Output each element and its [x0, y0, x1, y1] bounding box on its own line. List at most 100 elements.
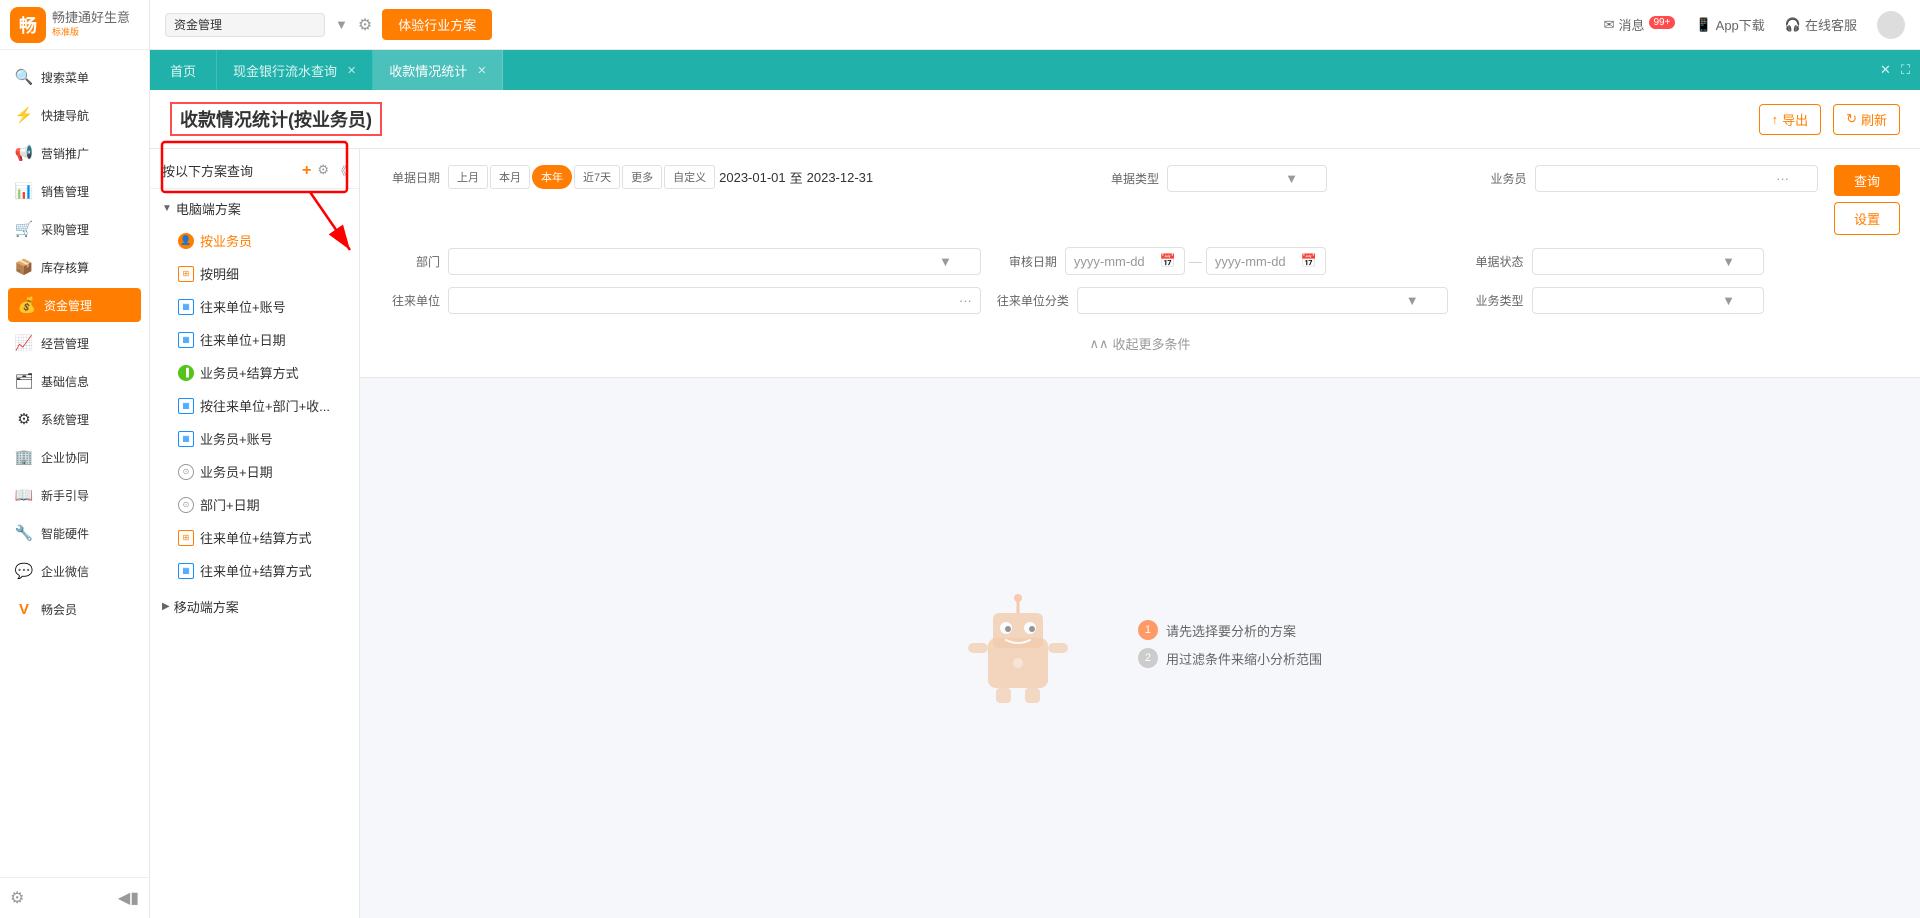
sidebar-item-quick-nav[interactable]: ⚡ 快捷导航: [0, 96, 149, 134]
tabs-bar: 首页 现金银行流水查询 ✕ 收款情况统计 ✕ ✕ ⛶: [150, 50, 1920, 90]
date-btn-custom[interactable]: 自定义: [664, 165, 715, 189]
sidebar-item-finance[interactable]: 💰 资金管理: [8, 288, 141, 322]
page-header: 收款情况统计(按业务员) ↑ 导出 ↻ 刷新: [150, 90, 1920, 149]
doc-type-select[interactable]: ▼: [1167, 165, 1327, 192]
tab-receipt-stats[interactable]: 收款情况统计 ✕: [373, 50, 503, 90]
review-date-from[interactable]: yyyy-mm-dd 📅: [1065, 247, 1185, 275]
salesperson-more-icon: ···: [1776, 171, 1789, 186]
scheme-item-salesperson-account[interactable]: ▦ 业务员+账号: [150, 422, 359, 455]
empty-steps: 1 请先选择要分析的方案 2 用过滤条件来缩小分析范围: [1138, 620, 1322, 676]
sidebar-item-inventory[interactable]: 📦 库存核算: [0, 248, 149, 286]
sidebar-item-guide[interactable]: 📖 新手引导: [0, 476, 149, 514]
scheme-item-partner-account[interactable]: ▦ 往来单位+账号: [150, 290, 359, 323]
scheme-item-partner-settle2[interactable]: ▦ 往来单位+结算方式: [150, 554, 359, 587]
date-range: 2023-01-01 至 2023-12-31: [719, 168, 873, 187]
collapse-filter-btn[interactable]: ∧∧ 收起更多条件: [1081, 326, 1198, 361]
topbar-app-download[interactable]: 📱 App下载: [1695, 15, 1764, 34]
sidebar-item-member[interactable]: V 畅会员: [0, 590, 149, 628]
topbar-chevron-icon[interactable]: ▼: [335, 17, 348, 32]
partner-label: 往来单位: [380, 292, 440, 309]
scheme-item-partner-settle1[interactable]: ⊞ 往来单位+结算方式: [150, 521, 359, 554]
date-btn-more[interactable]: 更多: [622, 165, 662, 189]
date-btn-last-month[interactable]: 上月: [448, 165, 488, 189]
refresh-btn[interactable]: ↻ 刷新: [1833, 104, 1900, 135]
filter-area: 单据日期 上月 本月 本年 近7天 更多 自定义 2023-: [360, 149, 1920, 378]
partner-category-select[interactable]: ▼: [1077, 287, 1448, 314]
review-date-to[interactable]: yyyy-mm-dd 📅: [1206, 247, 1326, 275]
user-avatar[interactable]: [1877, 11, 1905, 39]
quick-nav-icon: ⚡: [15, 106, 33, 124]
left-panel-header: 按以下方案查询 + ⚙ 《: [150, 149, 359, 189]
desktop-group-header[interactable]: ▼ 电脑端方案: [150, 193, 359, 224]
trial-btn[interactable]: 体验行业方案: [382, 9, 492, 40]
step-num-2: 2: [1138, 648, 1158, 668]
tab-home[interactable]: 首页: [150, 50, 217, 90]
sidebar-item-wechat[interactable]: 💬 企业微信: [0, 552, 149, 590]
topbar-breadcrumb-input[interactable]: [165, 13, 325, 37]
scheme-item-salesperson-date[interactable]: ⊙ 业务员+日期: [150, 455, 359, 488]
salesperson-select[interactable]: ···: [1535, 165, 1819, 192]
enterprise-icon: 🏢: [15, 448, 33, 466]
scheme-item-partner-date[interactable]: ▦ 往来单位+日期: [150, 323, 359, 356]
scheme-item-partner-dept[interactable]: ▦ 按往来单位+部门+收...: [150, 389, 359, 422]
sidebar-item-sales[interactable]: 📊 销售管理: [0, 172, 149, 210]
scheme-item-by-salesperson[interactable]: 👤 按业务员: [150, 224, 359, 257]
doc-status-select[interactable]: ▼: [1532, 248, 1764, 275]
scheme-label: 业务员+结算方式: [200, 363, 299, 382]
left-panel-title: 按以下方案查询: [162, 161, 253, 180]
topbar-online-service[interactable]: 🎧 在线客服: [1785, 15, 1857, 34]
right-panel: 单据日期 上月 本月 本年 近7天 更多 自定义 2023-: [360, 149, 1920, 918]
window-expand-icon[interactable]: ⛶: [1901, 62, 1910, 78]
marketing-icon: 📢: [15, 144, 33, 162]
scheme-icon-clock2: ⊙: [178, 497, 194, 513]
scheme-label: 按往来单位+部门+收...: [200, 396, 330, 415]
doc-type-chevron: ▼: [1285, 171, 1298, 186]
date-btn-this-month[interactable]: 本月: [490, 165, 530, 189]
scheme-label: 往来单位+结算方式: [200, 528, 312, 547]
date-quick-btns: 上月 本月 本年 近7天 更多 自定义: [448, 165, 715, 189]
biz-type-select[interactable]: ▼: [1532, 287, 1764, 314]
scheme-icon-table3: ▦: [178, 398, 194, 414]
scheme-item-dept-date[interactable]: ⊙ 部门+日期: [150, 488, 359, 521]
topbar-gear-icon[interactable]: ⚙: [358, 15, 372, 35]
sidebar-item-marketing[interactable]: 📢 营销推广: [0, 134, 149, 172]
mobile-group-arrow: ▶: [162, 601, 170, 612]
partner-input[interactable]: ···: [448, 287, 981, 314]
partner-category-chevron: ▼: [1406, 293, 1419, 308]
scheme-item-by-detail[interactable]: ⊞ 按明细: [150, 257, 359, 290]
settings-btn[interactable]: 设置: [1834, 202, 1900, 235]
empty-state-area: 1 请先选择要分析的方案 2 用过滤条件来缩小分析范围: [360, 378, 1920, 918]
sidebar-item-system[interactable]: ⚙ 系统管理: [0, 400, 149, 438]
export-btn[interactable]: ↑ 导出: [1759, 104, 1822, 135]
date-btn-this-year[interactable]: 本年: [532, 165, 572, 189]
sidebar-item-smart-hw[interactable]: 🔧 智能硬件: [0, 514, 149, 552]
scheme-collapse-icon[interactable]: 《: [335, 162, 347, 180]
sidebar-item-basic-info[interactable]: 🗂 基础信息: [0, 362, 149, 400]
doc-type-label: 单据类型: [1099, 170, 1159, 187]
date-label: 单据日期: [380, 169, 440, 186]
scheme-settings-icon[interactable]: ⚙: [317, 162, 329, 180]
sales-icon: 📊: [15, 182, 33, 200]
mobile-group-header[interactable]: ▶ 移动端方案: [150, 591, 359, 622]
tab-receipt-stats-close[interactable]: ✕: [477, 64, 486, 77]
add-scheme-icon[interactable]: +: [302, 162, 311, 180]
scheme-item-salesperson-settle[interactable]: ▐ 业务员+结算方式: [150, 356, 359, 389]
topbar-messages[interactable]: ✉ 消息 99+: [1604, 15, 1676, 34]
sidebar-settings-icon[interactable]: ⚙: [10, 888, 24, 908]
sidebar-item-purchase[interactable]: 🛒 采购管理: [0, 210, 149, 248]
partner-category-label: 往来单位分类: [997, 292, 1069, 309]
tab-bank-flow-close[interactable]: ✕: [347, 64, 356, 77]
finance-icon: 💰: [18, 296, 36, 314]
sidebar-item-enterprise[interactable]: 🏢 企业协同: [0, 438, 149, 476]
date-btn-7days[interactable]: 近7天: [574, 165, 620, 189]
search-btn[interactable]: 查询: [1834, 165, 1900, 196]
scheme-label: 业务员+日期: [200, 462, 273, 481]
scheme-icon-table2: ▦: [178, 332, 194, 348]
search-menu-icon: 🔍: [15, 68, 33, 86]
sidebar-collapse-icon[interactable]: ◀▮: [118, 888, 139, 908]
sidebar-item-search-menu[interactable]: 🔍 搜索菜单: [0, 58, 149, 96]
dept-select[interactable]: ▼: [448, 248, 981, 275]
tab-bank-flow[interactable]: 现金银行流水查询 ✕: [217, 50, 373, 90]
sidebar-item-operations[interactable]: 📈 经营管理: [0, 324, 149, 362]
window-close-icon[interactable]: ✕: [1880, 62, 1891, 78]
